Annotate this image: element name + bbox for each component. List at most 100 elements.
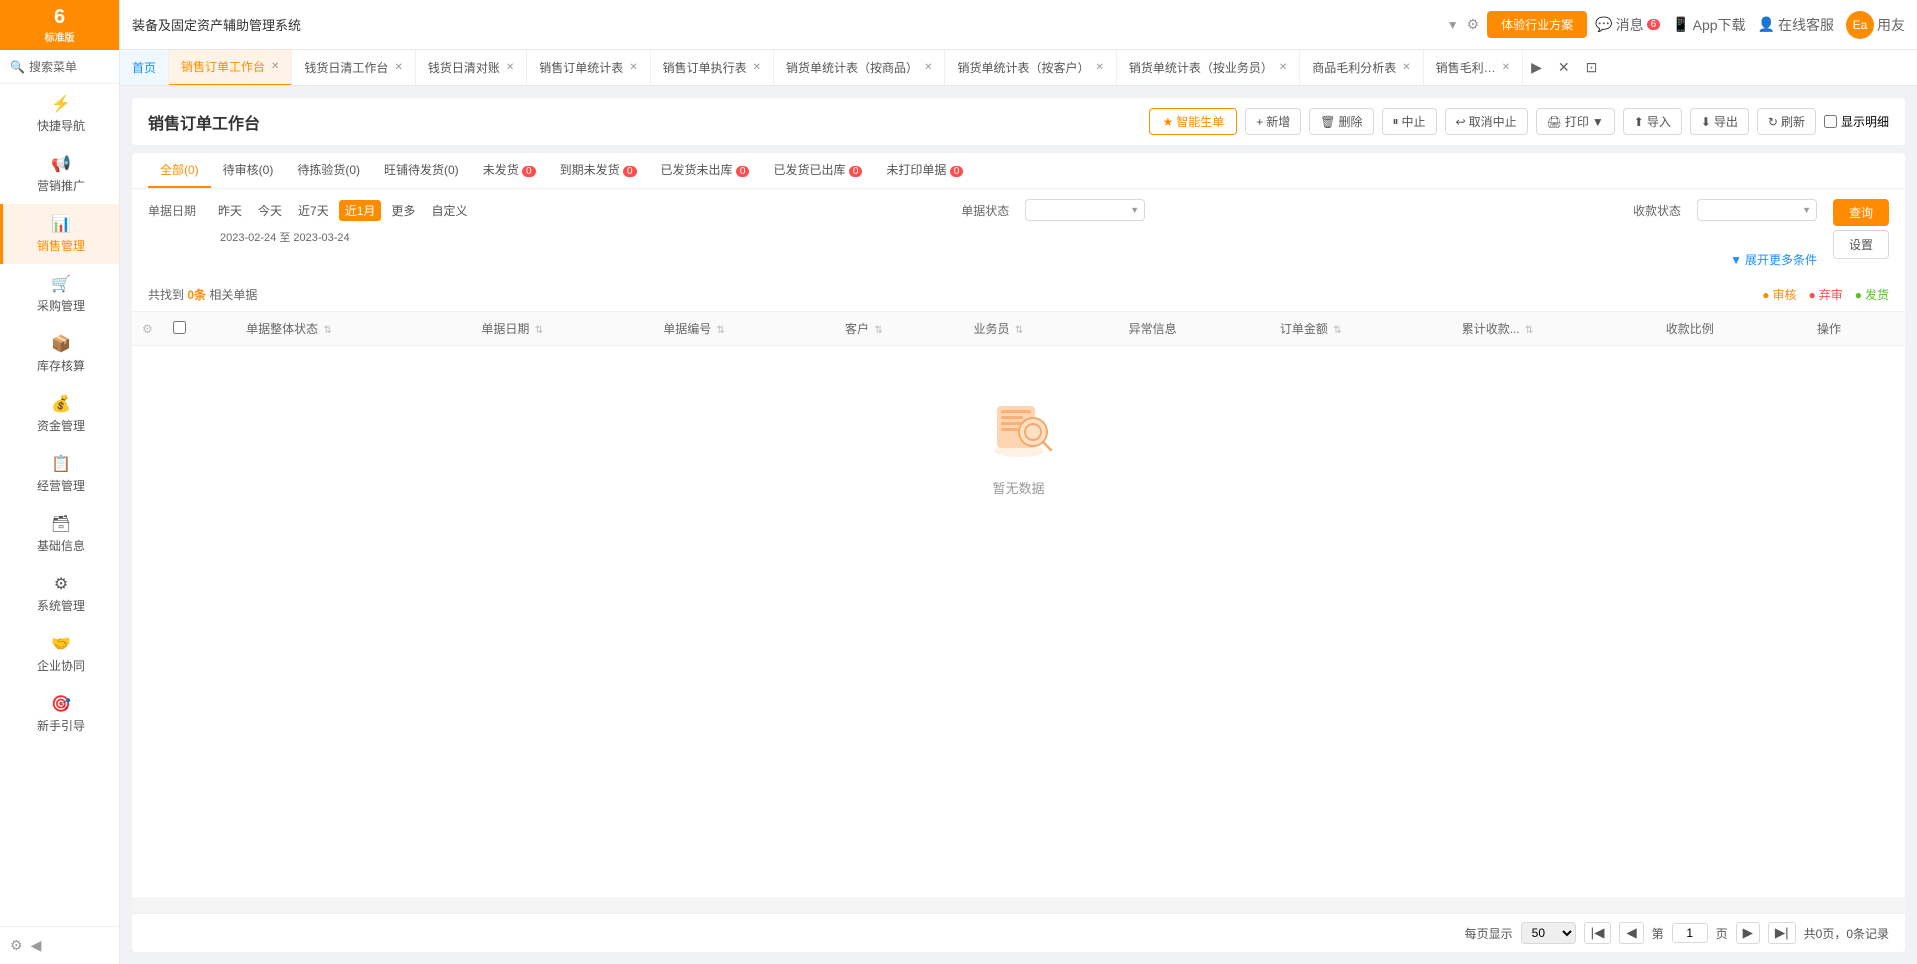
sub-tab-shipped-out[interactable]: 已发货已出库 0 <box>761 153 874 188</box>
status-select[interactable] <box>1025 199 1145 221</box>
sub-tab-overdue-unshipped[interactable]: 到期未发货 0 <box>548 153 649 188</box>
tab-sales-product[interactable]: 销货单统计表（按商品） ✕ <box>774 50 945 86</box>
sub-tab-pending-check[interactable]: 待拣验货(0) <box>285 153 372 188</box>
sub-tab-unprinted[interactable]: 未打印单据 0 <box>874 153 975 188</box>
user-menu[interactable]: Ea 用友 <box>1846 11 1905 39</box>
date-option-1month[interactable]: 近1月 <box>339 200 382 221</box>
date-option-custom[interactable]: 自定义 <box>425 200 473 221</box>
tab-close-icon[interactable]: ✕ <box>394 62 402 73</box>
page-title: 销售订单工作台 <box>148 110 260 134</box>
page-input[interactable] <box>1672 923 1708 943</box>
settings-filter-btn[interactable]: 设置 <box>1833 230 1889 259</box>
tab-close-icon[interactable]: ✕ <box>1095 62 1103 73</box>
sidebar-item-quick-nav[interactable]: ⚡ 快捷导航 <box>0 84 119 144</box>
refresh-btn[interactable]: ↻ 刷新 <box>1757 108 1816 135</box>
industry-btn[interactable]: 体验行业方案 <box>1487 11 1587 38</box>
sidebar-item-enterprise[interactable]: 🤝 企业协同 <box>0 624 119 684</box>
date-option-more[interactable]: 更多 <box>385 200 421 221</box>
sidebar-item-management[interactable]: 📋 经营管理 <box>0 444 119 504</box>
user-avatar: Ea <box>1846 11 1874 39</box>
horizontal-scrollbar[interactable] <box>132 897 1905 913</box>
user-name: 用友 <box>1877 15 1905 35</box>
import-btn[interactable]: ⬆ 导入 <box>1623 108 1682 135</box>
page-last-btn[interactable]: ▶| <box>1768 922 1796 944</box>
app-download-btn[interactable]: 📱 App下载 <box>1672 15 1745 35</box>
sort-icon[interactable]: ⇅ <box>535 325 543 336</box>
tab-cash-reconcile[interactable]: 钱货日清对账 ✕ <box>416 50 527 86</box>
cancel-action-btn[interactable]: ● 弃审 <box>1808 286 1842 303</box>
select-all-checkbox[interactable] <box>173 321 186 334</box>
tab-home[interactable]: 首页 <box>120 50 169 86</box>
delete-btn[interactable]: 🗑 删除 <box>1309 108 1373 135</box>
settings-icon[interactable]: ⚙ <box>1467 16 1480 33</box>
tab-close-icon[interactable]: ✕ <box>1402 62 1410 73</box>
sub-tab-shipped-not-out[interactable]: 已发货未出库 0 <box>649 153 762 188</box>
sort-icon[interactable]: ⇅ <box>1333 325 1341 336</box>
add-btn[interactable]: + 新增 <box>1245 108 1301 135</box>
settings-bottom-icon[interactable]: ⚙ <box>10 937 23 954</box>
tab-sales-stats[interactable]: 销售订单统计表 ✕ <box>527 50 650 86</box>
tab-close-icon[interactable]: ✕ <box>924 62 932 73</box>
date-option-today[interactable]: 今天 <box>252 200 288 221</box>
filter-area: 单据日期 昨天 今天 近7天 近1月 更多 自定义 单据状态 <box>132 189 1905 278</box>
print-btn[interactable]: 🖨 打印 ▼ <box>1536 108 1615 135</box>
tab-close-icon[interactable]: ✕ <box>506 62 514 73</box>
tab-expand-icon[interactable]: ⊡ <box>1578 59 1606 76</box>
sub-tab-pending-review[interactable]: 待审核(0) <box>211 153 286 188</box>
payment-select[interactable] <box>1697 199 1817 221</box>
query-btn[interactable]: 查询 <box>1833 199 1889 226</box>
sidebar-item-system[interactable]: ⚙ 系统管理 <box>0 564 119 624</box>
pause-btn[interactable]: ⏸ 中止 <box>1382 108 1437 135</box>
tab-cash-daily[interactable]: 钱货日清工作台 ✕ <box>292 50 415 86</box>
tab-close-all-icon[interactable]: ✕ <box>1550 59 1578 76</box>
export-btn[interactable]: ⬇ 导出 <box>1690 108 1749 135</box>
tab-close-icon[interactable]: ✕ <box>753 62 761 73</box>
sub-tab-unshipped[interactable]: 未发货 0 <box>471 153 548 188</box>
tab-sales-gross[interactable]: 销售毛利… ✕ <box>1424 50 1523 86</box>
sort-icon[interactable]: ⇅ <box>717 325 725 336</box>
tab-scroll-right-icon[interactable]: ▶ <box>1523 59 1550 76</box>
page-next-btn[interactable]: ▶ <box>1736 922 1760 944</box>
system-title: 装备及固定资产辅助管理系统 <box>132 15 1439 34</box>
online-service-btn[interactable]: 👤 在线客服 <box>1758 15 1834 35</box>
sidebar-item-newbie[interactable]: 🎯 新手引导 <box>0 684 119 744</box>
sidebar-item-finance[interactable]: 💰 资金管理 <box>0 384 119 444</box>
tab-sales-customer[interactable]: 销货单统计表（按客户） ✕ <box>945 50 1116 86</box>
sidebar-item-sales[interactable]: 📊 销售管理 <box>0 204 119 264</box>
sidebar-item-basic-info[interactable]: 🗃 基础信息 <box>0 504 119 564</box>
ship-action-btn[interactable]: ● 发货 <box>1855 286 1889 303</box>
sort-icon[interactable]: ⇅ <box>874 325 882 336</box>
tab-close-icon[interactable]: ✕ <box>271 61 279 72</box>
page-prev-btn[interactable]: ◀ <box>1619 922 1643 944</box>
tab-sales-workbench[interactable]: 销售订单工作台 ✕ <box>169 50 292 86</box>
sidebar-item-purchase[interactable]: 🛒 采购管理 <box>0 264 119 324</box>
tab-sales-salesperson[interactable]: 销货单统计表（按业务员） ✕ <box>1117 50 1300 86</box>
date-option-yesterday[interactable]: 昨天 <box>212 200 248 221</box>
show-detail-checkbox[interactable] <box>1824 115 1837 128</box>
tab-sales-exec[interactable]: 销售订单执行表 ✕ <box>651 50 774 86</box>
sort-icon[interactable]: ⇅ <box>324 325 332 336</box>
messages-btn[interactable]: 💬 消息 6 <box>1595 15 1660 35</box>
tab-close-icon[interactable]: ✕ <box>1502 62 1510 73</box>
collapse-icon[interactable]: ◀ <box>31 937 42 954</box>
sidebar-item-inventory[interactable]: 📦 库存核算 <box>0 324 119 384</box>
sort-icon[interactable]: ⇅ <box>1015 325 1023 336</box>
dropdown-arrow-icon[interactable]: ▼ <box>1447 18 1459 32</box>
tab-gross-profit[interactable]: 商品毛利分析表 ✕ <box>1300 50 1423 86</box>
audit-action-btn[interactable]: ● 审核 <box>1762 286 1796 303</box>
date-option-7days[interactable]: 近7天 <box>292 200 335 221</box>
sub-tab-all[interactable]: 全部(0) <box>148 153 211 188</box>
sub-tab-wangpu-ship[interactable]: 旺铺待发货(0) <box>372 153 471 188</box>
column-settings-icon[interactable]: ⚙ <box>142 322 153 336</box>
sidebar-item-marketing[interactable]: 📢 营销推广 <box>0 144 119 204</box>
sidebar-item-search[interactable]: 🔍 搜索菜单 <box>0 50 119 84</box>
cancel-pause-btn[interactable]: ↩ 取消中止 <box>1445 108 1528 135</box>
show-detail-toggle[interactable]: 显示明细 <box>1824 113 1889 130</box>
page-size-select[interactable]: 10 20 50 100 <box>1521 922 1576 944</box>
smart-btn[interactable]: ★ 智能生单 <box>1149 108 1237 135</box>
tab-close-icon[interactable]: ✕ <box>1279 62 1287 73</box>
page-first-btn[interactable]: |◀ <box>1584 922 1612 944</box>
sort-icon[interactable]: ⇅ <box>1525 325 1533 336</box>
tab-close-icon[interactable]: ✕ <box>629 62 637 73</box>
expand-filter-btn[interactable]: ▼ 展开更多条件 <box>1730 251 1817 268</box>
